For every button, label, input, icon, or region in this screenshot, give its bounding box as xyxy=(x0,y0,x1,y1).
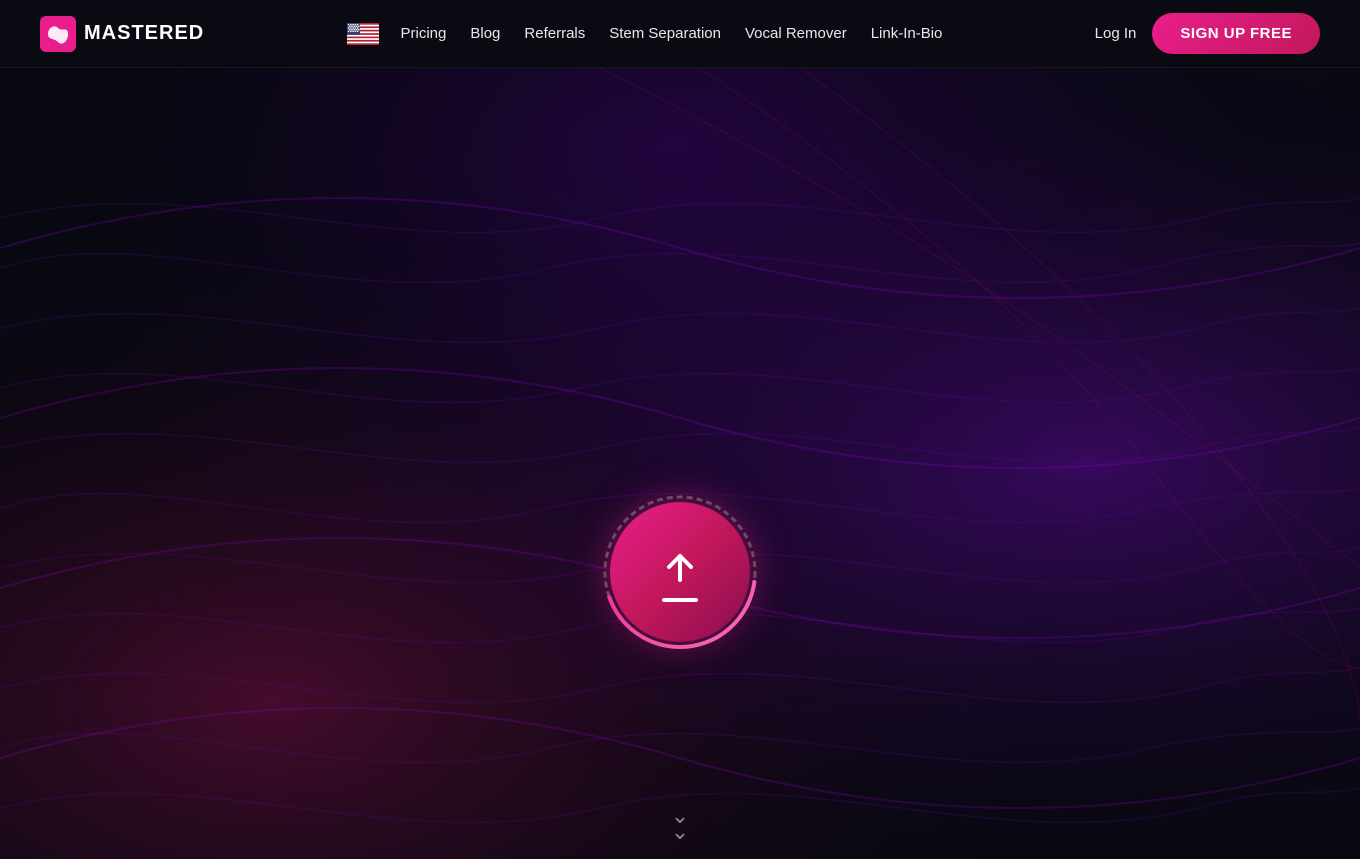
nav-link-pricing[interactable]: Pricing xyxy=(391,19,457,48)
nav-link-stem-separation[interactable]: Stem Separation xyxy=(599,19,731,48)
logo-text: MASTERED xyxy=(84,22,204,45)
upload-arrow-icon xyxy=(655,542,705,592)
nav-link-link-in-bio[interactable]: Link-In-Bio xyxy=(861,19,953,48)
nav-actions: Log In SIGN UP FREE xyxy=(1095,13,1320,54)
hero-section: Master Your Track, Instantly An online m… xyxy=(0,68,1360,859)
logo[interactable]: MASTERED xyxy=(40,16,204,52)
nav-links: Pricing Blog Referrals Stem Separation V… xyxy=(347,19,953,48)
logo-icon xyxy=(40,16,76,52)
login-link[interactable]: Log In xyxy=(1095,25,1137,42)
hero-background xyxy=(0,68,1360,859)
us-flag-icon[interactable] xyxy=(347,23,379,45)
upload-button[interactable] xyxy=(610,502,750,642)
nav-link-vocal-remover[interactable]: Vocal Remover xyxy=(735,19,857,48)
chevron-down-icon-2: ⌄ xyxy=(671,824,689,839)
scroll-indicator[interactable]: ⌄ ⌄ xyxy=(671,808,689,839)
upload-container[interactable] xyxy=(600,492,760,652)
nav-link-blog[interactable]: Blog xyxy=(460,19,510,48)
navbar: MASTERED xyxy=(0,0,1360,68)
upload-line-indicator xyxy=(662,598,698,602)
nav-link-referrals[interactable]: Referrals xyxy=(514,19,595,48)
signup-button[interactable]: SIGN UP FREE xyxy=(1152,13,1320,54)
wave-background-svg xyxy=(0,68,1360,859)
